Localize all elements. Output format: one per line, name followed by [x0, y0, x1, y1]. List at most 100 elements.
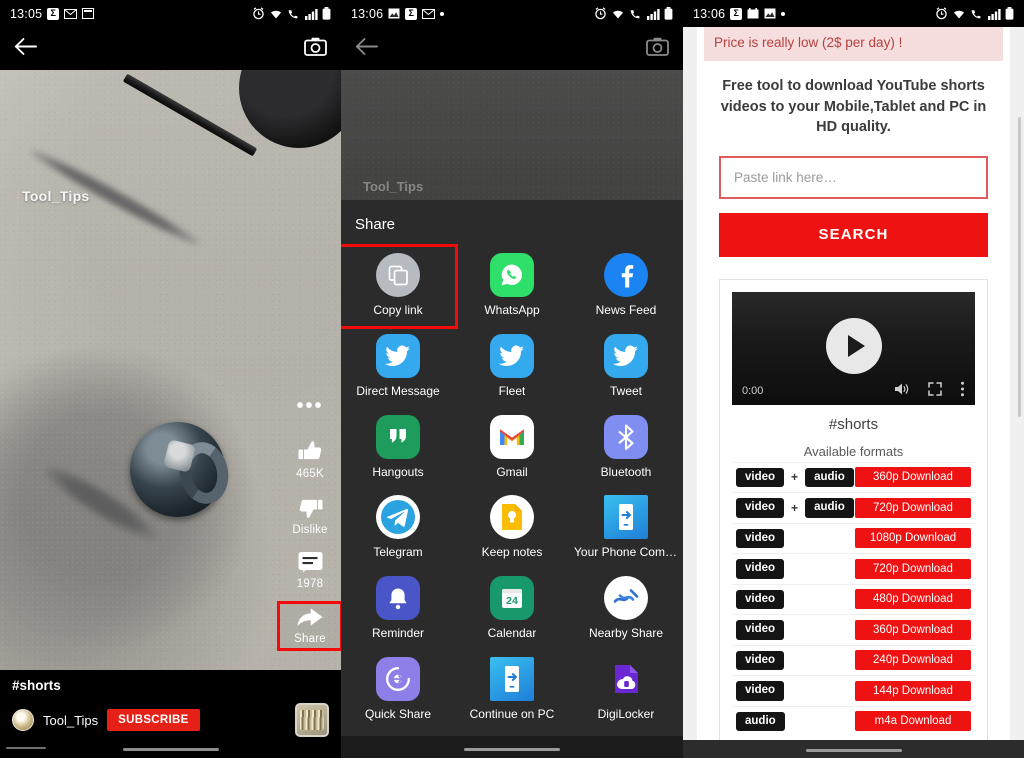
signal-icon: [305, 8, 318, 20]
call-wifi-icon: [629, 8, 643, 20]
share-button[interactable]: Share: [277, 601, 341, 651]
wifi-icon: [269, 8, 283, 20]
three-panel-screenshot: 13:05 Σ Tool_Tips ••• 465K Dislike 1978 …: [0, 0, 1024, 758]
back-arrow-icon[interactable]: [355, 37, 378, 61]
home-pill[interactable]: [805, 748, 902, 752]
call-wifi-icon: [970, 8, 984, 20]
camera-icon[interactable]: [304, 37, 327, 61]
play-triangle: [847, 334, 865, 357]
share-target-label: Fleet: [498, 384, 526, 398]
share-target-bluetooth[interactable]: Bluetooth: [569, 409, 683, 488]
downloader-page: Price is really low (2$ per day) ! Free …: [697, 27, 1010, 748]
format-row: video + audio 360p Download: [732, 461, 975, 493]
share-target-copy-link[interactable]: Copy link: [341, 244, 458, 329]
format-tag: audio: [736, 711, 785, 732]
share-target-reminder[interactable]: Reminder: [341, 570, 455, 649]
share-target-your-phone-companion[interactable]: Your Phone Comp…: [569, 489, 683, 568]
more-horizontal-icon[interactable]: •••: [296, 396, 323, 416]
share-target-label: Direct Message: [356, 384, 440, 398]
status-bar-panel2: 13:06 Σ: [341, 0, 683, 27]
home-pill[interactable]: [122, 747, 219, 751]
share-target-telegram[interactable]: Telegram: [341, 489, 455, 568]
download-button[interactable]: 240p Download: [855, 650, 971, 671]
download-button[interactable]: 360p Download: [855, 619, 971, 640]
volume-icon[interactable]: [894, 382, 910, 399]
video-player[interactable]: 0:00: [732, 291, 975, 405]
format-row: video 144p Download: [732, 675, 975, 706]
format-tag: video: [736, 681, 785, 701]
share-target-label: Tweet: [609, 384, 642, 398]
subscribe-button[interactable]: SUBSCRIBE: [107, 709, 200, 731]
calendar-icon: 24: [490, 576, 534, 621]
download-button[interactable]: 144p Download: [855, 680, 971, 701]
share-target-quick-share[interactable]: Quick Share: [341, 651, 455, 730]
dot-icon: [440, 11, 445, 16]
image-icon: [764, 8, 776, 19]
share-target-fleet[interactable]: Fleet: [455, 328, 569, 407]
download-button[interactable]: 360p Download: [855, 467, 971, 488]
share-target-direct-message[interactable]: Direct Message: [341, 328, 455, 407]
download-button[interactable]: 480p Download: [855, 589, 971, 610]
share-target-gmail[interactable]: Gmail: [455, 409, 569, 488]
share-target-keep-notes[interactable]: Keep notes: [455, 489, 569, 568]
share-target-label: Gmail: [496, 465, 528, 479]
share-target-continue-on-pc[interactable]: Continue on PC: [455, 651, 569, 730]
share-target-nearby-share[interactable]: Nearby Share: [569, 570, 683, 649]
channel-name[interactable]: Tool_Tips: [43, 713, 98, 728]
format-row: video 1080p Download: [732, 522, 975, 554]
back-arrow-icon[interactable]: [14, 37, 37, 61]
download-button[interactable]: m4a Download: [855, 711, 971, 732]
like-count: 465K: [296, 468, 324, 480]
shorts-video[interactable]: Tool_Tips ••• 465K Dislike 1978 Share: [0, 70, 341, 758]
share-target-label: Bluetooth: [600, 465, 652, 479]
format-tag: video: [736, 650, 785, 671]
share-target-whatsapp[interactable]: WhatsApp: [455, 247, 569, 326]
download-button[interactable]: 1080p Download: [855, 528, 971, 549]
format-tag: video: [736, 559, 785, 579]
avatar[interactable]: [12, 709, 34, 731]
dislike-button[interactable]: Dislike: [280, 494, 340, 536]
share-target-calendar[interactable]: 24 Calendar: [455, 570, 569, 649]
player-controls: 0:00: [732, 377, 975, 405]
format-tag: audio: [805, 467, 854, 488]
play-icon[interactable]: [825, 317, 882, 374]
panel-youtube-shorts: 13:05 Σ Tool_Tips ••• 465K Dislike 1978 …: [0, 0, 341, 758]
battery-icon: [664, 7, 673, 20]
share-target-news-feed[interactable]: News Feed: [569, 247, 683, 326]
format-row: video 720p Download: [732, 553, 975, 584]
wifi-icon: [952, 8, 966, 20]
shorts-action-rail: ••• 465K Dislike 1978 Share: [277, 396, 341, 662]
shorts-meta-bar: #shorts Tool_Tips SUBSCRIBE: [0, 670, 341, 738]
download-button[interactable]: 720p Download: [855, 497, 971, 518]
comments-button[interactable]: 1978: [280, 550, 340, 590]
search-button[interactable]: SEARCH: [719, 212, 988, 257]
page-scrollbar[interactable]: [1018, 117, 1021, 417]
camera-icon[interactable]: [646, 37, 669, 61]
like-button[interactable]: 465K: [280, 438, 340, 480]
video-hashtag: #shorts: [12, 678, 61, 693]
share-target-label: Nearby Share: [588, 627, 664, 641]
hangouts-icon: [376, 414, 420, 459]
page-headline: Free tool to download YouTube shorts vid…: [720, 78, 987, 136]
system-nav-bar-panel3: [683, 740, 1024, 758]
share-target-label: News Feed: [595, 304, 657, 317]
bluetooth-icon: [604, 414, 648, 459]
share-target-label: DigiLocker: [597, 707, 655, 721]
video-thumbnail[interactable]: [295, 703, 329, 737]
format-row: video 240p Download: [732, 644, 975, 676]
fullscreen-icon[interactable]: [928, 382, 942, 399]
share-target-tweet[interactable]: Tweet: [569, 328, 683, 407]
paste-link-input[interactable]: Paste link here…: [719, 155, 988, 199]
share-target-label: Your Phone Comp…: [574, 546, 678, 560]
wifi-icon: [611, 8, 625, 20]
whatsapp-icon: [490, 253, 534, 297]
share-target-hangouts[interactable]: Hangouts: [341, 409, 455, 488]
home-pill[interactable]: [464, 747, 560, 751]
sigma-badge-icon: Σ: [405, 7, 418, 20]
format-tag: video: [736, 467, 785, 488]
share-target-digilocker[interactable]: DigiLocker: [569, 651, 683, 730]
kebab-menu-icon[interactable]: [960, 381, 965, 400]
download-button[interactable]: 720p Download: [855, 558, 971, 579]
copy-link-icon: [376, 253, 420, 297]
browser-viewport[interactable]: Price is really low (2$ per day) ! Free …: [683, 27, 1024, 758]
